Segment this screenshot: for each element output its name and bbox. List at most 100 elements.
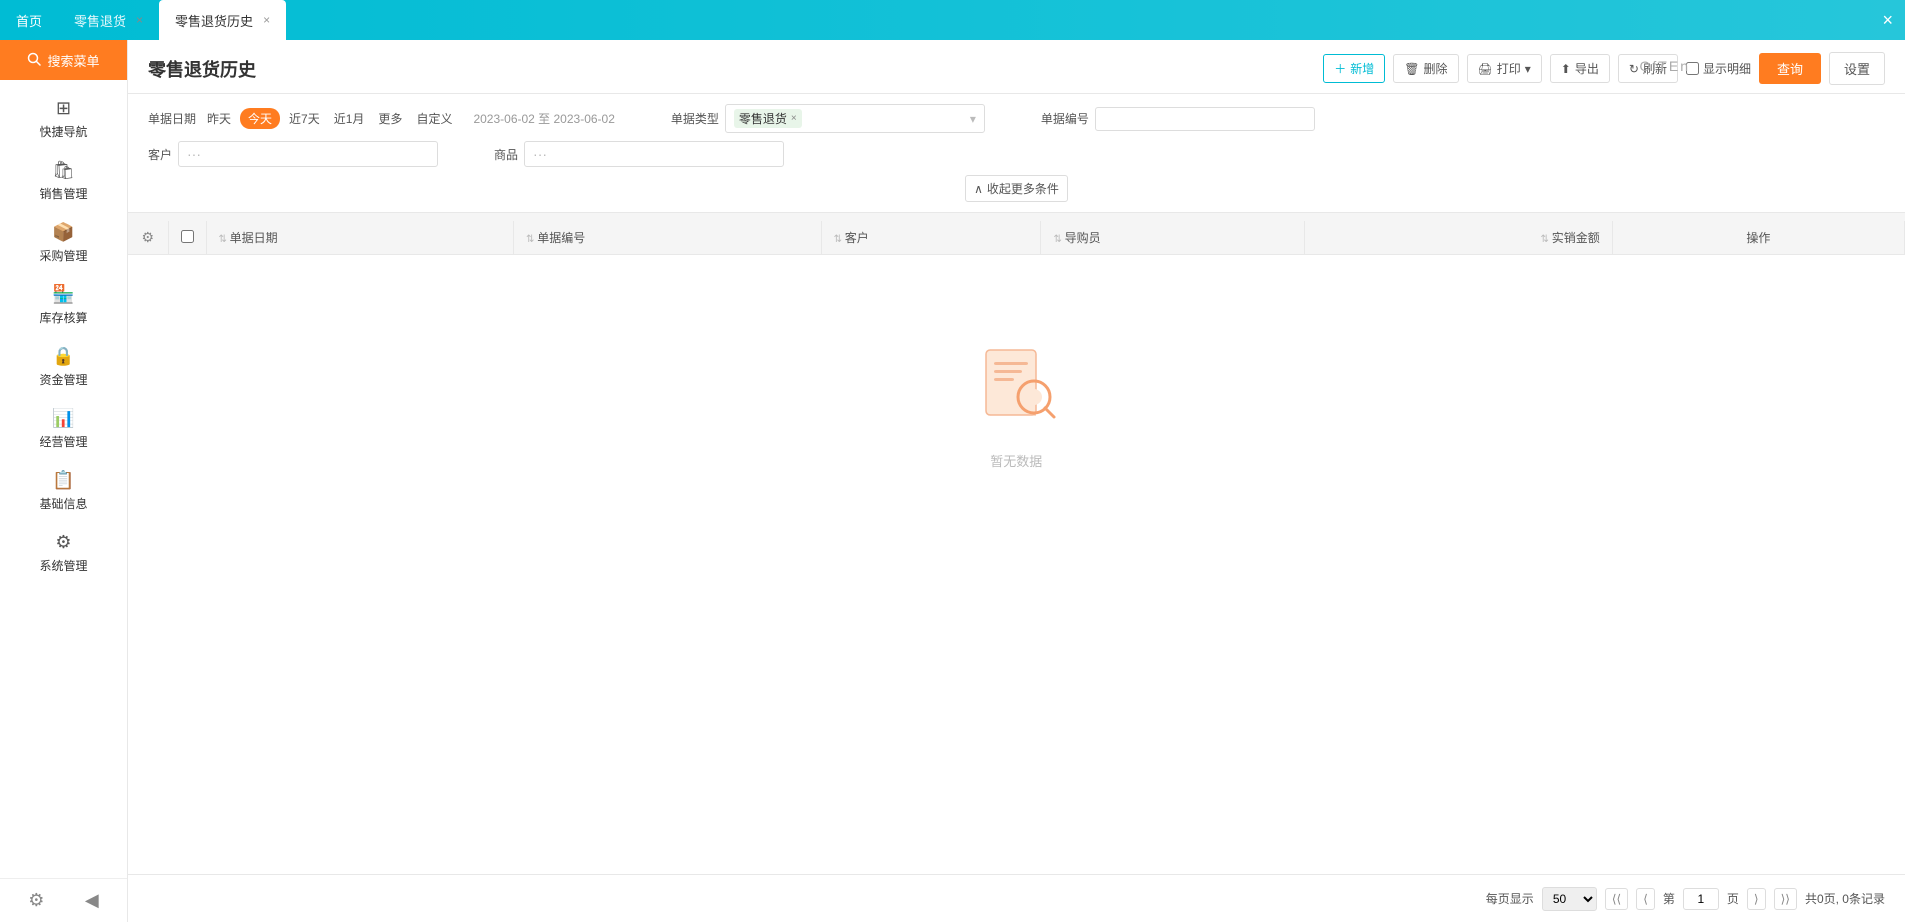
purchase-icon: 📦 bbox=[52, 222, 74, 243]
sidebar-item-system-mgmt[interactable]: ⚙ 系统管理 bbox=[0, 522, 127, 584]
tab-home[interactable]: 首页 bbox=[0, 0, 58, 40]
filter-row-2: 客户 ··· 商品 ··· bbox=[148, 141, 1885, 167]
quick-nav-icon: ⊞ bbox=[56, 98, 71, 119]
sidebar-item-quick-nav[interactable]: ⊞ 快捷导航 bbox=[0, 88, 127, 150]
date-btn-more[interactable]: 更多 bbox=[373, 108, 407, 129]
tab-retail-return[interactable]: 零售退货 × bbox=[58, 0, 159, 40]
collapse-filter-button[interactable]: ∧ 收起更多条件 bbox=[965, 175, 1068, 202]
sort-icon-date[interactable]: ⇅ bbox=[219, 234, 230, 245]
system-icon: ⚙ bbox=[55, 532, 71, 553]
query-button-label: 查询 bbox=[1777, 62, 1803, 77]
page-first-button[interactable]: ⟨⟨ bbox=[1605, 888, 1628, 910]
table-header-row: ⚙ ⇅ 单据日期 ⇅ 单据编号 bbox=[128, 221, 1905, 255]
main-header: 零售退货历史 ＋ 新增 🗑 删除 🖨 打印 ▾ ⬆ 导出 bbox=[128, 40, 1905, 94]
empty-state: 暂无数据 bbox=[128, 255, 1905, 550]
show-detail-label: 显示明细 bbox=[1703, 60, 1751, 77]
sidebar-search-label: 搜索菜单 bbox=[47, 51, 99, 70]
tab-retail-return-history-label: 零售退货历史 bbox=[175, 11, 253, 30]
sort-icon-guide[interactable]: ⇅ bbox=[1053, 234, 1064, 245]
th-guide: ⇅ 导购员 bbox=[1041, 221, 1305, 255]
sidebar-item-finance[interactable]: 🔒 资金管理 bbox=[0, 336, 127, 398]
sidebar-item-sales-mgmt[interactable]: 🛍 销售管理 bbox=[0, 150, 127, 212]
sidebar: 搜索菜单 ⊞ 快捷导航 🛍 销售管理 📦 采购管理 🏪 库存核算 🔒 资金管理 bbox=[0, 40, 128, 922]
sidebar-item-quick-nav-label: 快捷导航 bbox=[39, 123, 87, 140]
customer-dots: ··· bbox=[187, 146, 201, 162]
delete-icon: 🗑 bbox=[1404, 62, 1419, 76]
goods-dots: ··· bbox=[533, 146, 547, 162]
sidebar-item-inventory-label: 库存核算 bbox=[39, 309, 87, 326]
date-btn-custom[interactable]: 自定义 bbox=[411, 108, 457, 129]
sort-icon-amount[interactable]: ⇅ bbox=[1541, 234, 1552, 245]
select-all-checkbox[interactable] bbox=[181, 230, 194, 243]
customer-filter-label: 客户 bbox=[148, 146, 172, 163]
sidebar-search[interactable]: 搜索菜单 bbox=[0, 40, 127, 80]
sidebar-item-finance-label: 资金管理 bbox=[39, 371, 87, 388]
goods-filter-select[interactable]: ··· bbox=[524, 141, 784, 167]
th-amount: ⇅ 实销金额 bbox=[1305, 221, 1613, 255]
tab-retail-return-history-close[interactable]: × bbox=[263, 13, 270, 27]
print-button[interactable]: 🖨 打印 ▾ bbox=[1467, 54, 1542, 83]
th-check bbox=[168, 221, 206, 255]
sidebar-item-operations[interactable]: 📊 经营管理 bbox=[0, 398, 127, 460]
date-filter-label: 单据日期 bbox=[148, 110, 196, 127]
date-range-value: 2023-06-02 至 2023-06-02 bbox=[473, 110, 614, 127]
tab-retail-return-close[interactable]: × bbox=[136, 13, 143, 27]
sidebar-item-operations-label: 经营管理 bbox=[39, 433, 87, 450]
sidebar-item-inventory[interactable]: 🏪 库存核算 bbox=[0, 274, 127, 336]
type-tag: 零售退货 × bbox=[734, 109, 802, 128]
settings-bottom-icon[interactable]: ⚙ bbox=[28, 890, 44, 911]
th-date: ⇅ 单据日期 bbox=[206, 221, 514, 255]
th-amount-label: 实销金额 bbox=[1552, 231, 1600, 245]
sidebar-item-basic-info[interactable]: 📋 基础信息 bbox=[0, 460, 127, 522]
page-label: 页 bbox=[1727, 890, 1739, 907]
top-bar: 首页 零售退货 × 零售退货历史 × OfTEn × bbox=[0, 0, 1905, 40]
th-customer-label: 客户 bbox=[845, 231, 869, 245]
export-button[interactable]: ⬆ 导出 bbox=[1550, 54, 1610, 83]
main-content: 零售退货历史 ＋ 新增 🗑 删除 🖨 打印 ▾ ⬆ 导出 bbox=[128, 40, 1905, 922]
sort-icon-customer[interactable]: ⇅ bbox=[834, 234, 845, 245]
page-prev-button[interactable]: ⟨ bbox=[1636, 888, 1655, 910]
tab-retail-return-label: 零售退货 bbox=[74, 11, 126, 30]
number-filter-input[interactable] bbox=[1095, 107, 1315, 131]
date-btn-today[interactable]: 今天 bbox=[240, 108, 280, 129]
main-layout: 搜索菜单 ⊞ 快捷导航 🛍 销售管理 📦 采购管理 🏪 库存核算 🔒 资金管理 bbox=[0, 40, 1905, 922]
often-label: OfTEn bbox=[1640, 58, 1690, 74]
page-next-button[interactable]: ⟩ bbox=[1747, 888, 1766, 910]
jump-label: 第 bbox=[1663, 890, 1675, 907]
empty-state-illustration bbox=[966, 335, 1066, 435]
window-close-button[interactable]: × bbox=[1870, 10, 1905, 31]
total-info: 共0页, 0条记录 bbox=[1805, 890, 1885, 907]
settings-button[interactable]: 设置 bbox=[1829, 52, 1885, 85]
page-size-select[interactable]: 20 50 100 bbox=[1542, 887, 1597, 911]
page-number-input[interactable] bbox=[1683, 888, 1719, 910]
delete-button[interactable]: 🗑 删除 bbox=[1393, 54, 1458, 83]
sort-icon-number[interactable]: ⇅ bbox=[526, 234, 537, 245]
empty-row: 暂无数据 bbox=[128, 255, 1905, 551]
show-detail-checkbox-label[interactable]: 显示明细 bbox=[1686, 60, 1751, 77]
date-btn-yesterday[interactable]: 昨天 bbox=[202, 108, 236, 129]
basic-info-icon: 📋 bbox=[52, 470, 74, 491]
sidebar-item-purchase-mgmt[interactable]: 📦 采购管理 bbox=[0, 212, 127, 274]
th-date-label: 单据日期 bbox=[230, 231, 278, 245]
table-settings-icon[interactable]: ⚙ bbox=[141, 229, 154, 245]
date-btn-1month[interactable]: 近1月 bbox=[329, 108, 370, 129]
print-button-label: 打印 bbox=[1497, 60, 1521, 77]
page-last-button[interactable]: ⟩⟩ bbox=[1774, 888, 1797, 910]
goods-filter-label: 商品 bbox=[494, 146, 518, 163]
new-button[interactable]: ＋ 新增 bbox=[1323, 54, 1385, 83]
data-table: ⚙ ⇅ 单据日期 ⇅ 单据编号 bbox=[128, 221, 1905, 550]
type-tag-close[interactable]: × bbox=[791, 113, 797, 124]
type-select-arrow: ▾ bbox=[970, 112, 976, 126]
date-filter-item: 单据日期 昨天 今天 近7天 近1月 更多 自定义 bbox=[148, 108, 457, 129]
collapse-sidebar-icon[interactable]: ◀ bbox=[85, 890, 99, 911]
type-filter-select[interactable]: 零售退货 × ▾ bbox=[725, 104, 985, 133]
sidebar-item-purchase-label: 采购管理 bbox=[39, 247, 87, 264]
customer-filter-select[interactable]: ··· bbox=[178, 141, 438, 167]
tab-retail-return-history[interactable]: 零售退货历史 × bbox=[159, 0, 286, 40]
sidebar-item-sales-label: 销售管理 bbox=[39, 185, 87, 202]
date-range-item: 2023-06-02 至 2023-06-02 bbox=[473, 110, 614, 127]
date-btn-7days[interactable]: 近7天 bbox=[284, 108, 325, 129]
tab-list: 首页 零售退货 × 零售退货历史 × bbox=[0, 0, 1870, 40]
export-icon: ⬆ bbox=[1561, 62, 1571, 76]
query-button[interactable]: 查询 bbox=[1759, 53, 1821, 84]
